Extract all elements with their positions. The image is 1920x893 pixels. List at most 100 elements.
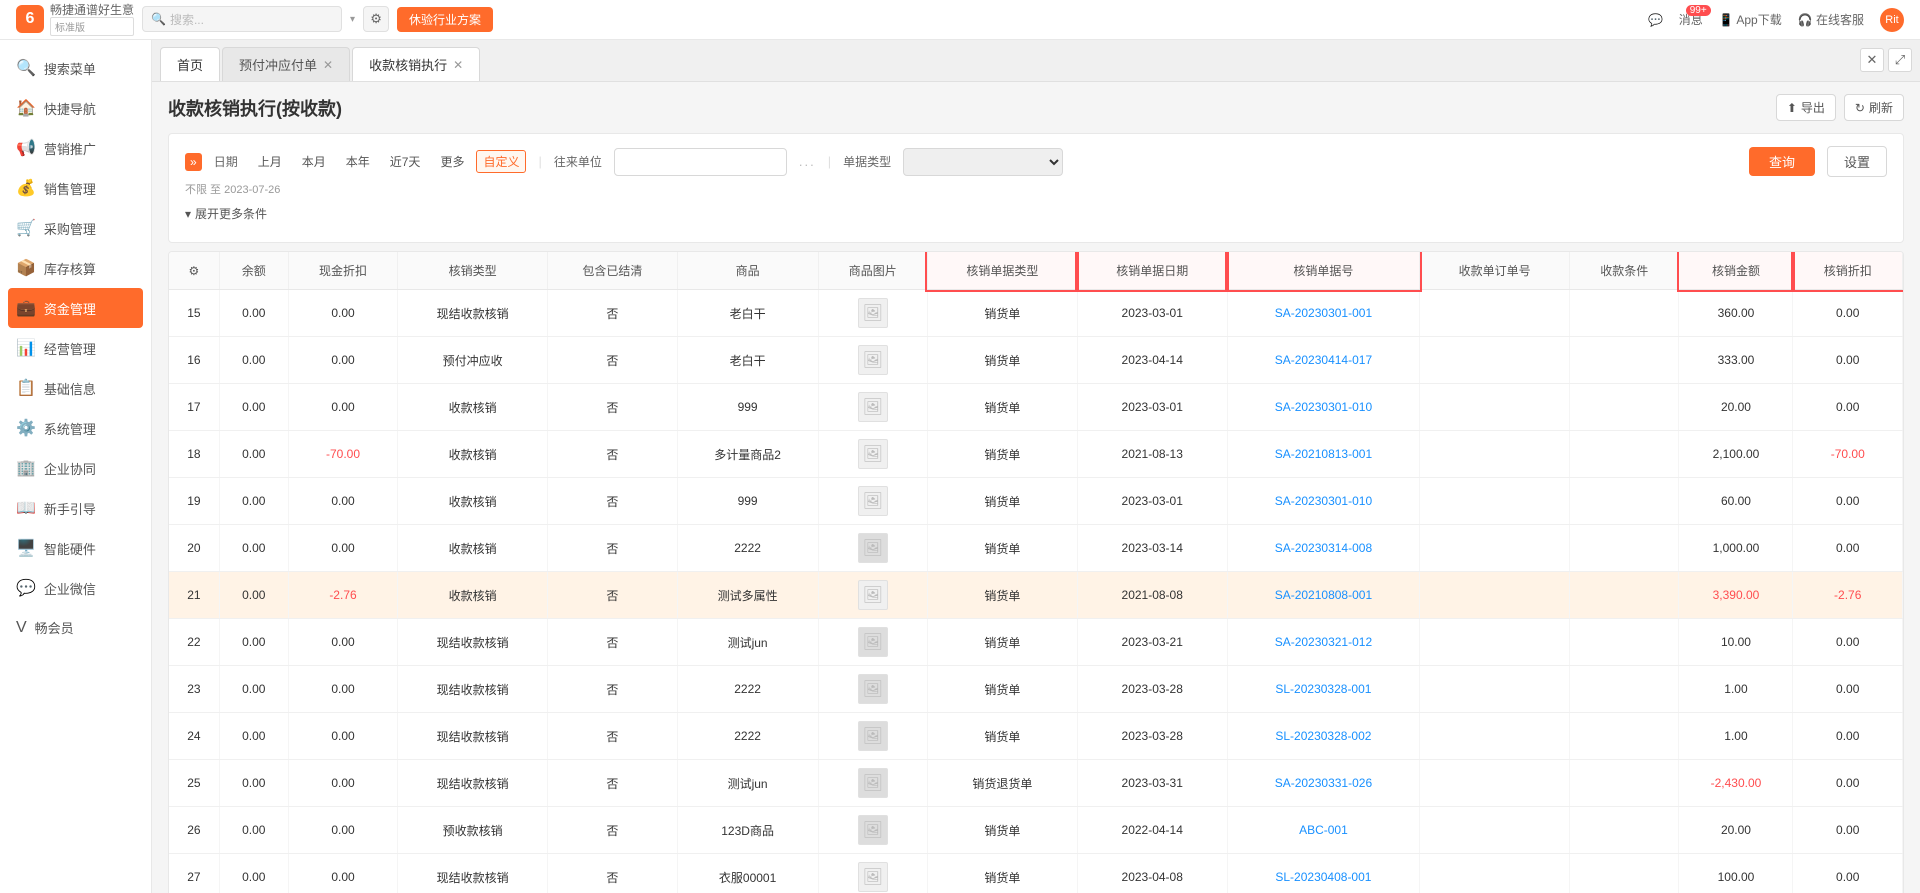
cell-verify-bill-no[interactable]: SA-20230331-026	[1227, 760, 1420, 807]
online-service-link[interactable]: 🎧 在线客服	[1798, 11, 1864, 28]
date-last-month-btn[interactable]: 上月	[250, 151, 290, 172]
table-row[interactable]: 18 0.00 -70.00 收款核销 否 多计量商品2 🖼 销货单 2021-…	[169, 431, 1903, 478]
verify-bill-no-link[interactable]: ABC-001	[1299, 823, 1348, 837]
sidebar-item-hardware[interactable]: 🖥️智能硬件	[0, 528, 151, 568]
sidebar-item-member[interactable]: V畅会员	[0, 608, 151, 647]
message-icon[interactable]: 💬 99+ 消息	[1648, 11, 1702, 28]
verify-bill-no-link[interactable]: SA-20230414-017	[1275, 353, 1372, 367]
cell-verify-bill-no[interactable]: SL-20230328-002	[1227, 713, 1420, 760]
sidebar-item-marketing[interactable]: 📢营销推广	[0, 128, 151, 168]
cell-verify-bill-no[interactable]: SA-20230301-010	[1227, 478, 1420, 525]
user-avatar[interactable]: Rit	[1880, 8, 1904, 32]
cell-verify-bill-no[interactable]: SA-20210813-001	[1227, 431, 1420, 478]
table-row[interactable]: 15 0.00 0.00 现结收款核销 否 老白干 🖼 销货单 2023-03-…	[169, 290, 1903, 337]
settings-gear-button[interactable]: ⚙	[363, 6, 389, 32]
sidebar-item-basic[interactable]: 📋基础信息	[0, 368, 151, 408]
verify-bill-no-link[interactable]: SL-20230328-002	[1275, 729, 1371, 743]
refresh-button[interactable]: ↻ 刷新	[1844, 94, 1904, 121]
date-this-year-btn[interactable]: 本年	[338, 151, 378, 172]
global-search-bar[interactable]: 🔍 搜索...	[142, 6, 342, 32]
verify-bill-no-link[interactable]: SL-20230328-001	[1275, 682, 1371, 696]
query-button[interactable]: 查询	[1749, 147, 1815, 176]
tab-maximize-button[interactable]: ⤢	[1888, 48, 1912, 72]
cell-receipt-order-no	[1420, 666, 1570, 713]
verify-bill-no-link[interactable]: SA-20210813-001	[1275, 447, 1372, 461]
verify-bill-no-link[interactable]: SA-20230301-010	[1275, 494, 1372, 508]
cell-verify-bill-no[interactable]: SA-20210808-001	[1227, 572, 1420, 619]
cell-cash-discount: 0.00	[288, 807, 397, 854]
app-download-link[interactable]: 📱 App下载	[1719, 11, 1782, 28]
verify-bill-no-link[interactable]: SA-20230301-001	[1275, 306, 1372, 320]
filter-collapse-button[interactable]: »	[185, 153, 202, 171]
date-custom-btn[interactable]: 自定义	[476, 150, 526, 173]
cell-verify-bill-date: 2023-04-08	[1077, 854, 1227, 893]
sidebar-item-search[interactable]: 🔍搜索菜单	[0, 48, 151, 88]
sidebar-item-purchase[interactable]: 🛒采购管理	[0, 208, 151, 248]
cell-verify-bill-no[interactable]: SL-20230328-001	[1227, 666, 1420, 713]
verify-bill-no-link[interactable]: SA-20230314-008	[1275, 541, 1372, 555]
sidebar-item-wechat[interactable]: 💬企业微信	[0, 568, 151, 608]
cell-goods: 2222	[677, 713, 818, 760]
sidebar-item-enterprise[interactable]: 🏢企业协同	[0, 448, 151, 488]
cell-verify-bill-no[interactable]: SA-20230301-001	[1227, 290, 1420, 337]
export-button[interactable]: ⬆ 导出	[1776, 94, 1836, 121]
sidebar-item-finance[interactable]: 💼资金管理	[8, 288, 143, 328]
sidebar-item-guide[interactable]: 📖新手引导	[0, 488, 151, 528]
filter-settings-button[interactable]: 设置	[1827, 146, 1887, 177]
table-row[interactable]: 21 0.00 -2.76 收款核销 否 测试多属性 🖼 销货单 2021-08…	[169, 572, 1903, 619]
cell-verify-bill-no[interactable]: SA-20230314-008	[1227, 525, 1420, 572]
cell-verify-bill-no[interactable]: SA-20230321-012	[1227, 619, 1420, 666]
verify-bill-no-link[interactable]: SA-20210808-001	[1275, 588, 1372, 602]
table-row[interactable]: 19 0.00 0.00 收款核销 否 999 🖼 销货单 2023-03-01…	[169, 478, 1903, 525]
sidebar-item-quicknav[interactable]: 🏠快捷导航	[0, 88, 151, 128]
col-settings[interactable]: ⚙	[169, 252, 219, 290]
guide-icon: 📖	[16, 498, 36, 518]
date-7days-btn[interactable]: 近7天	[382, 151, 429, 172]
search-chevron-icon[interactable]: ▾	[350, 14, 355, 25]
sidebar-item-operations[interactable]: 📊经营管理	[0, 328, 151, 368]
table-row[interactable]: 16 0.00 0.00 预付冲应收 否 老白干 🖼 销货单 2023-04-1…	[169, 337, 1903, 384]
date-more-btn[interactable]: 更多	[432, 151, 472, 172]
trial-industry-button[interactable]: 休验行业方案	[397, 7, 493, 32]
cell-no: 16	[169, 337, 219, 384]
expand-more-button[interactable]: ▾ 展开更多条件	[185, 205, 1887, 222]
cell-verify-discount: 0.00	[1793, 713, 1903, 760]
cell-verify-bill-no[interactable]: SL-20230408-001	[1227, 854, 1420, 893]
cell-verify-bill-no[interactable]: SA-20230301-010	[1227, 384, 1420, 431]
table-row[interactable]: 20 0.00 0.00 收款核销 否 2222 🖼 销货单 2023-03-1…	[169, 525, 1903, 572]
tab-verify[interactable]: 收款核销执行 ✕	[352, 47, 480, 81]
cell-verify-bill-no[interactable]: ABC-001	[1227, 807, 1420, 854]
table-row[interactable]: 27 0.00 0.00 现结收款核销 否 衣服00001 🖼 销货单 2023…	[169, 854, 1903, 893]
col-included-settled: 包含已结清	[548, 252, 678, 290]
tab-close-all-button[interactable]: ✕	[1860, 48, 1884, 72]
verify-bill-no-link[interactable]: SA-20230301-010	[1275, 400, 1372, 414]
cell-included-settled: 否	[548, 337, 678, 384]
table-row[interactable]: 26 0.00 0.00 预收款核销 否 123D商品 🖼 销货单 2022-0…	[169, 807, 1903, 854]
bill-type-select[interactable]	[903, 148, 1063, 176]
cell-cash-discount: -2.76	[288, 572, 397, 619]
tab-label-verify: 收款核销执行	[369, 55, 447, 74]
table-row[interactable]: 23 0.00 0.00 现结收款核销 否 2222 🖼 销货单 2023-03…	[169, 666, 1903, 713]
verify-bill-no-link[interactable]: SA-20230331-026	[1275, 776, 1372, 790]
verify-bill-no-link[interactable]: SA-20230321-012	[1275, 635, 1372, 649]
cell-verify-type: 收款核销	[398, 525, 548, 572]
col-cash-discount: 现金折扣	[288, 252, 397, 290]
cell-verify-type: 现结收款核销	[398, 290, 548, 337]
table-row[interactable]: 17 0.00 0.00 收款核销 否 999 🖼 销货单 2023-03-01…	[169, 384, 1903, 431]
tab-close-prepay[interactable]: ✕	[323, 58, 333, 72]
from-unit-input[interactable]	[614, 148, 787, 176]
cell-verify-bill-no[interactable]: SA-20230414-017	[1227, 337, 1420, 384]
cell-goods-image: 🖼	[818, 854, 927, 893]
tab-prepay[interactable]: 预付冲应付单✕	[222, 47, 350, 81]
sidebar-item-inventory[interactable]: 📦库存核算	[0, 248, 151, 288]
table-row[interactable]: 25 0.00 0.00 现结收款核销 否 测试jun 🖼 销货退货单 2023…	[169, 760, 1903, 807]
cell-receipt-order-no	[1420, 525, 1570, 572]
verify-bill-no-link[interactable]: SL-20230408-001	[1275, 870, 1371, 884]
sidebar-item-system[interactable]: ⚙️系统管理	[0, 408, 151, 448]
sidebar-item-sales[interactable]: 💰销售管理	[0, 168, 151, 208]
date-this-month-btn[interactable]: 本月	[294, 151, 334, 172]
table-row[interactable]: 22 0.00 0.00 现结收款核销 否 测试jun 🖼 销货单 2023-0…	[169, 619, 1903, 666]
tab-home[interactable]: 首页	[160, 47, 220, 81]
table-row[interactable]: 24 0.00 0.00 现结收款核销 否 2222 🖼 销货单 2023-03…	[169, 713, 1903, 760]
tab-close-verify[interactable]: ✕	[453, 58, 463, 72]
